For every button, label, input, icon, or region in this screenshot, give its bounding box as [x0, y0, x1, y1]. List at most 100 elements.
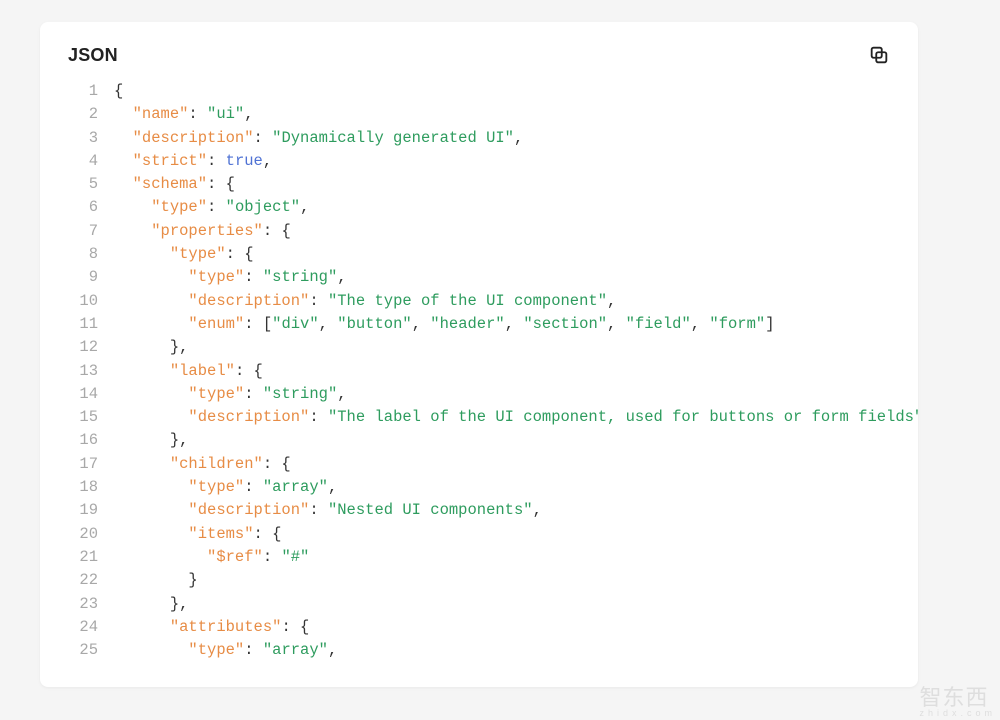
- token-key: "type": [188, 385, 244, 403]
- code-content: "description": "The label of the UI comp…: [114, 406, 918, 429]
- line-number: 18: [40, 476, 114, 499]
- token-str: "form": [709, 315, 765, 333]
- code-scroll-region[interactable]: 1{2 "name": "ui",3 "description": "Dynam…: [40, 80, 918, 687]
- token-key: "type": [151, 198, 207, 216]
- code-line: 25 "type": "array",: [40, 639, 918, 662]
- token-punct: :: [207, 152, 226, 170]
- token-punct: : [: [244, 315, 272, 333]
- code-line: 22 }: [40, 569, 918, 592]
- token-key: "$ref": [207, 548, 263, 566]
- code-content: "type": {: [114, 243, 454, 266]
- card-title: JSON: [68, 45, 118, 66]
- token-punct: :: [188, 105, 207, 123]
- token-punct: : {: [254, 525, 282, 543]
- code-line: 12 },: [40, 336, 918, 359]
- token-key: "description": [188, 408, 309, 426]
- code-content: "type": "array",: [114, 639, 537, 662]
- line-number: 3: [40, 127, 114, 150]
- token-key: "label": [170, 362, 235, 380]
- line-number: 2: [40, 103, 114, 126]
- code-content: "type": "object",: [114, 196, 509, 219]
- line-number: 5: [40, 173, 114, 196]
- token-punct: },: [170, 338, 189, 356]
- line-number: 6: [40, 196, 114, 219]
- token-punct: :: [244, 385, 263, 403]
- code-line: 3 "description": "Dynamically generated …: [40, 127, 918, 150]
- code-line: 5 "schema": {: [40, 173, 918, 196]
- token-punct: ,: [607, 315, 626, 333]
- watermark-text: 智东西: [919, 685, 988, 710]
- code-content: "type": "array",: [114, 476, 537, 499]
- line-number: 17: [40, 453, 114, 476]
- code-line: 16 },: [40, 429, 918, 452]
- code-line: 14 "type": "string",: [40, 383, 918, 406]
- code-content: "schema": {: [114, 173, 435, 196]
- token-key: "type": [170, 245, 226, 263]
- code-line: 2 "name": "ui",: [40, 103, 918, 126]
- token-punct: : {: [235, 362, 263, 380]
- token-str: "The label of the UI component, used for…: [328, 408, 918, 426]
- code-content: {: [114, 80, 323, 103]
- code-content: },: [114, 336, 388, 359]
- token-key: "name": [133, 105, 189, 123]
- token-key: "children": [170, 455, 263, 473]
- token-str: "object": [226, 198, 300, 216]
- line-number: 25: [40, 639, 114, 662]
- token-punct: ,: [505, 315, 524, 333]
- code-content: "attributes": {: [114, 616, 509, 639]
- token-punct: :: [263, 548, 282, 566]
- code-line: 24 "attributes": {: [40, 616, 918, 639]
- line-number: 16: [40, 429, 114, 452]
- code-content: "strict": true,: [114, 150, 472, 173]
- token-punct: :: [309, 292, 328, 310]
- code-line: 17 "children": {: [40, 453, 918, 476]
- code-content: "items": {: [114, 523, 481, 546]
- line-number: 1: [40, 80, 114, 103]
- token-str: "ui": [207, 105, 244, 123]
- code-line: 20 "items": {: [40, 523, 918, 546]
- token-punct: ,: [514, 129, 523, 147]
- token-punct: :: [309, 501, 328, 519]
- line-number: 24: [40, 616, 114, 639]
- token-punct: ,: [300, 198, 309, 216]
- token-key: "description": [188, 292, 309, 310]
- token-str: "field": [626, 315, 691, 333]
- copy-button[interactable]: [868, 44, 890, 66]
- line-number: 11: [40, 313, 114, 336]
- token-key: "strict": [133, 152, 207, 170]
- code-line: 4 "strict": true,: [40, 150, 918, 173]
- token-bool: true: [226, 152, 263, 170]
- line-number: 23: [40, 593, 114, 616]
- token-punct: :: [207, 198, 226, 216]
- code-content: "name": "ui",: [114, 103, 454, 126]
- token-punct: ,: [244, 105, 253, 123]
- token-key: "enum": [188, 315, 244, 333]
- line-number: 12: [40, 336, 114, 359]
- token-str: "array": [263, 478, 328, 496]
- code-content: "children": {: [114, 453, 491, 476]
- code-line: 9 "type": "string",: [40, 266, 918, 289]
- token-key: "type": [188, 641, 244, 659]
- token-punct: },: [170, 595, 189, 613]
- card-header: JSON: [40, 22, 918, 80]
- line-number: 14: [40, 383, 114, 406]
- token-str: "The type of the UI component": [328, 292, 607, 310]
- code-content: "$ref": "#": [114, 546, 509, 569]
- token-str: "section": [523, 315, 607, 333]
- token-punct: :: [309, 408, 328, 426]
- token-punct: : {: [226, 245, 254, 263]
- code-content: "type": "string",: [114, 383, 547, 406]
- token-punct: ,: [319, 315, 338, 333]
- token-punct: : {: [207, 175, 235, 193]
- token-str: "Nested UI components": [328, 501, 533, 519]
- token-key: "attributes": [170, 618, 282, 636]
- token-str: "button": [337, 315, 411, 333]
- watermark: 智东西 zhidx.com: [919, 680, 996, 718]
- token-key: "description": [188, 501, 309, 519]
- token-punct: ,: [337, 268, 346, 286]
- code-content: "label": {: [114, 360, 463, 383]
- token-punct: },: [170, 431, 189, 449]
- code-line: 8 "type": {: [40, 243, 918, 266]
- token-str: "string": [263, 268, 337, 286]
- code-content: }: [114, 569, 398, 592]
